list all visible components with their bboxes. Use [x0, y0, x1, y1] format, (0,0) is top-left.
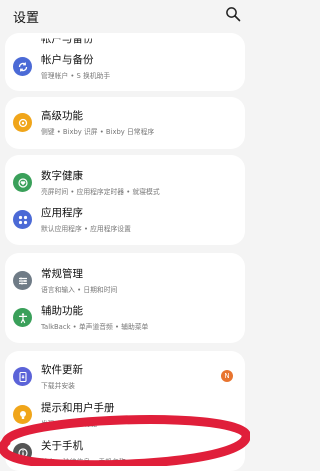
apps-icon — [13, 210, 32, 229]
item-title: 常规管理 — [41, 268, 83, 280]
item-subtitle: TalkBack • 单声道音频 • 辅助菜单 — [41, 323, 149, 331]
settings-group-general-accessibility: 常规管理 语言和输入 • 日期和时间 辅助功能 TalkBack • 单声道音频… — [5, 253, 245, 343]
item-title: 辅助功能 — [41, 305, 83, 317]
sliders-icon — [13, 271, 32, 290]
settings-item-advanced-features[interactable]: 高级功能 侧键 • Bixby 识屏 • Bixby 日常程序 — [5, 97, 245, 149]
item-title: 应用程序 — [41, 207, 83, 219]
settings-item-apps[interactable]: 应用程序 默认应用程序 • 应用程序设置 — [5, 194, 245, 245]
item-title: 提示和用户手册 — [41, 402, 115, 414]
item-title: 软件更新 — [41, 364, 83, 376]
settings-group-accounts: 帐户与备份 帐户与备份 管理帐户 • S 换机助手 — [5, 33, 245, 91]
search-icon[interactable] — [225, 6, 241, 22]
settings-group-update-about: 软件更新 下载并安装 N 提示和用户手册 发现功能 • 新功能 关于手机 状态 … — [5, 351, 245, 471]
item-subtitle: 默认应用程序 • 应用程序设置 — [41, 225, 131, 233]
new-badge: N — [221, 370, 233, 382]
heart-icon — [13, 173, 32, 192]
settings-group-advanced: 高级功能 侧键 • Bixby 识屏 • Bixby 日常程序 — [5, 97, 245, 149]
item-subtitle: 侧键 • Bixby 识屏 • Bixby 日常程序 — [41, 128, 155, 136]
info-icon — [13, 443, 32, 462]
page-title: 设置 — [13, 11, 40, 26]
item-title: 关于手机 — [41, 440, 83, 452]
header: 设置 — [0, 0, 250, 30]
item-title: 高级功能 — [41, 110, 83, 122]
update-icon — [13, 367, 32, 386]
item-title: 数字健康 — [41, 170, 83, 182]
item-title: 帐户与备份 — [41, 54, 94, 66]
star-gear-icon — [13, 113, 32, 132]
settings-group-wellbeing-apps: 数字健康 亮屏时间 • 应用程序定时器 • 就寝模式 应用程序 默认应用程序 •… — [5, 155, 245, 245]
sync-icon — [13, 57, 32, 76]
bulb-icon — [13, 405, 32, 424]
item-subtitle: 状态 • 法律信息 • 手机名称 — [41, 458, 126, 466]
settings-item-about-phone[interactable]: 关于手机 状态 • 法律信息 • 手机名称 — [5, 427, 245, 471]
settings-item-accounts-backup[interactable]: 帐户与备份 管理帐户 • S 换机助手 — [5, 41, 245, 91]
settings-item-accessibility[interactable]: 辅助功能 TalkBack • 单声道音频 • 辅助菜单 — [5, 292, 245, 343]
accessibility-icon — [13, 308, 32, 327]
item-subtitle: 管理帐户 • S 换机助手 — [41, 72, 111, 80]
